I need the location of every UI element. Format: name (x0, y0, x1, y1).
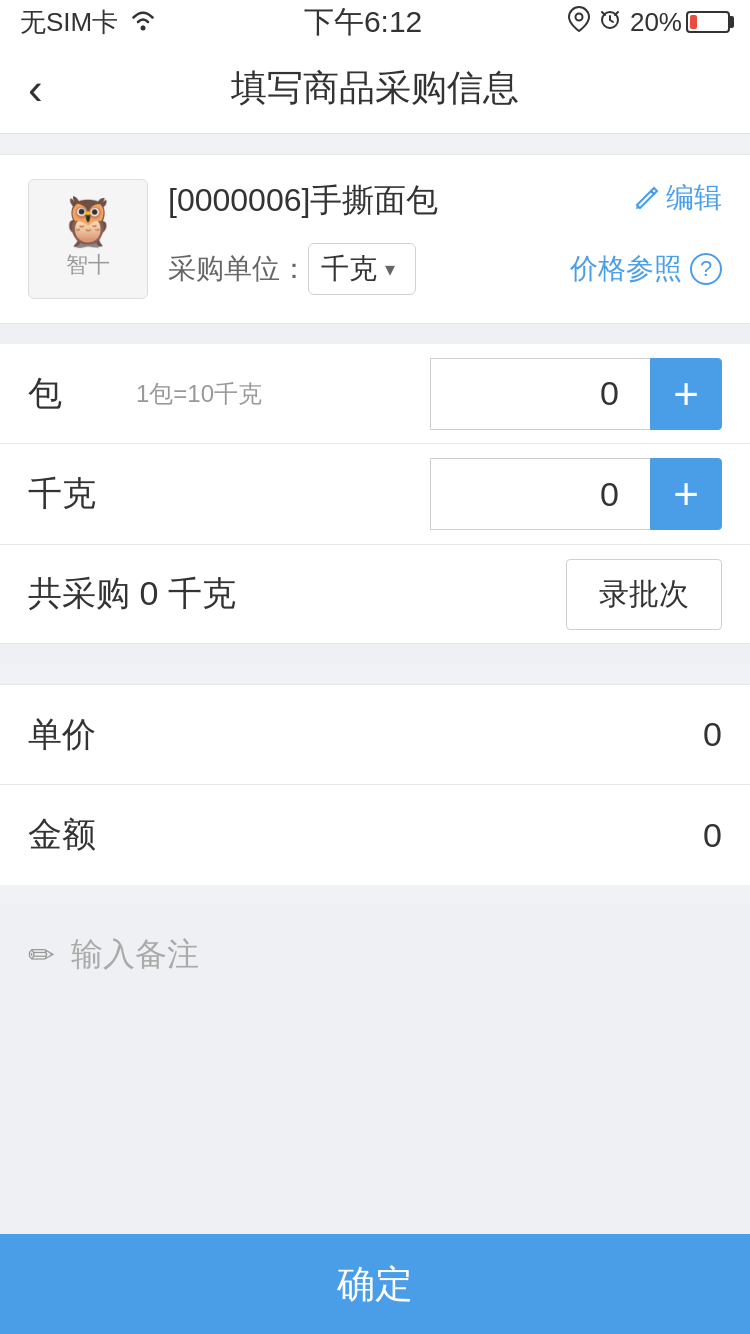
status-right: 20% (568, 6, 730, 39)
unit-price-value: 0 (703, 715, 722, 754)
kg-plus-button[interactable]: + (650, 458, 722, 530)
total-row: 共采购 0 千克 录批次 (0, 544, 750, 644)
bag-sublabel: 1包=10千克 (136, 378, 262, 410)
input-section: 包 1包=10千克 + 千克 + (0, 344, 750, 544)
product-card: 🦉 智十 [0000006]手撕面包 编辑 采购单位： 千克 ▾ (0, 154, 750, 324)
remark-placeholder: 输入备注 (71, 933, 199, 977)
kg-input-control: + (430, 458, 722, 530)
confirm-button[interactable]: 确定 (0, 1234, 750, 1334)
amount-value: 0 (703, 816, 722, 855)
sim-text: 无SIM卡 (20, 5, 118, 40)
unit-price-row: 单价 0 (0, 685, 750, 785)
pencil-icon: ✏ (28, 936, 55, 974)
kg-input-field[interactable] (430, 458, 650, 530)
product-id: [0000006] (168, 182, 310, 218)
product-title: 手撕面包 (310, 182, 438, 218)
status-bar: 无SIM卡 下午6:12 20% (0, 0, 750, 44)
edit-button[interactable]: 编辑 (634, 179, 722, 217)
alarm-icon (598, 7, 622, 38)
divider-2 (0, 644, 750, 664)
amount-label: 金额 (28, 812, 96, 858)
bag-label: 包 (28, 371, 128, 417)
selected-unit: 千克 (321, 250, 377, 288)
divider-1 (0, 324, 750, 344)
battery: 20% (630, 7, 730, 38)
unit-price-label: 单价 (28, 712, 96, 758)
remark-section[interactable]: ✏ 输入备注 (0, 905, 750, 1005)
page-title: 填写商品采购信息 (231, 64, 519, 113)
battery-bar (686, 11, 730, 33)
svg-point-0 (141, 25, 146, 30)
price-ref-help-icon: ? (690, 253, 722, 285)
battery-percent: 20% (630, 7, 682, 38)
price-ref-button[interactable]: 价格参照 ? (570, 250, 722, 288)
product-name: [0000006]手撕面包 (168, 179, 634, 223)
product-image-owl: 🦉 (58, 198, 118, 246)
kg-label: 千克 (28, 471, 128, 517)
status-left: 无SIM卡 (20, 5, 158, 40)
question-mark: ? (700, 256, 712, 282)
product-unit-row: 采购单位： 千克 ▾ 价格参照 ? (168, 243, 722, 295)
unit-prefix: 采购单位： (168, 250, 308, 288)
edit-label: 编辑 (666, 179, 722, 217)
kg-input-row: 千克 + (0, 444, 750, 544)
product-info: [0000006]手撕面包 编辑 采购单位： 千克 ▾ 价格参照 (168, 179, 722, 295)
batch-button[interactable]: 录批次 (566, 559, 722, 630)
unit-area: 采购单位： 千克 ▾ (168, 243, 416, 295)
bag-input-field[interactable] (430, 358, 650, 430)
wifi-icon (128, 7, 158, 38)
svg-point-1 (575, 13, 582, 20)
product-image: 🦉 智十 (28, 179, 148, 299)
confirm-label: 确定 (337, 1259, 413, 1310)
product-image-label: 智十 (66, 250, 110, 280)
nav-bar: ‹ 填写商品采购信息 (0, 44, 750, 134)
total-label: 共采购 0 千克 (28, 571, 236, 617)
back-button[interactable]: ‹ (28, 67, 43, 111)
dropdown-arrow-icon: ▾ (385, 257, 395, 281)
bag-input-control: + (430, 358, 722, 430)
bag-input-row: 包 1包=10千克 + (0, 344, 750, 444)
status-time: 下午6:12 (304, 2, 422, 43)
amount-row: 金额 0 (0, 785, 750, 885)
price-section: 单价 0 金额 0 (0, 684, 750, 885)
unit-select-dropdown[interactable]: 千克 ▾ (308, 243, 416, 295)
location-icon (568, 6, 590, 39)
product-header: [0000006]手撕面包 编辑 (168, 179, 722, 223)
battery-fill (690, 15, 697, 29)
price-ref-label: 价格参照 (570, 250, 682, 288)
bag-plus-button[interactable]: + (650, 358, 722, 430)
